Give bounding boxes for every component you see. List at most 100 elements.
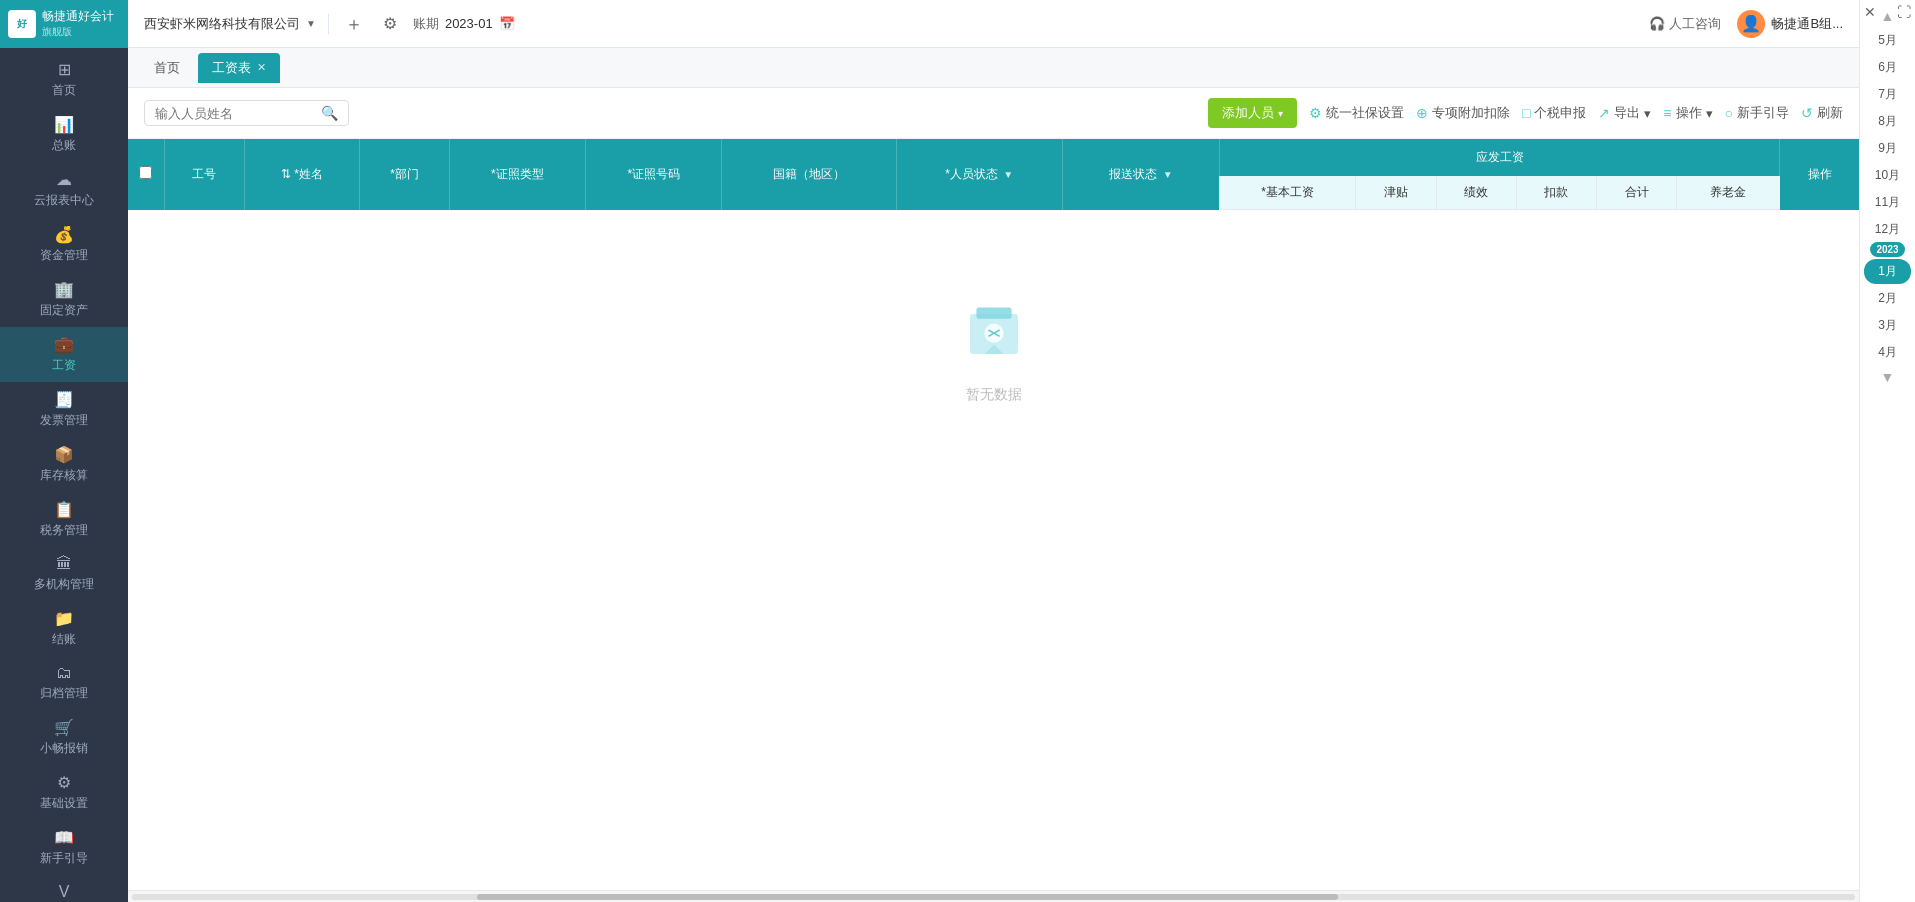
th-pension: 养老金 — [1677, 176, 1780, 210]
logo-icon: 好 — [8, 10, 36, 38]
month-item-1月[interactable]: 1月 — [1864, 259, 1911, 284]
guide-button[interactable]: ○ 新手引导 — [1725, 104, 1789, 122]
social-security-button[interactable]: ⚙ 统一社保设置 — [1309, 104, 1404, 122]
social-security-label: 统一社保设置 — [1326, 104, 1404, 122]
tab-close-icon[interactable]: ✕ — [257, 61, 266, 74]
sidebar-item-总账[interactable]: 📊总账 — [0, 107, 128, 162]
nav-icon-10: 📁 — [54, 609, 74, 628]
th-total: 合计 — [1597, 176, 1677, 210]
tab-salary-label: 工资表 — [212, 59, 251, 77]
month-item-4月[interactable]: 4月 — [1864, 340, 1911, 365]
month-item-9月[interactable]: 9月 — [1864, 136, 1911, 161]
sidebar-item-畅会员[interactable]: V畅会员 — [0, 875, 128, 902]
app-version: 旗舰版 — [42, 25, 114, 39]
th-report-status: 报送状态 ▼ — [1062, 139, 1219, 210]
th-id-type: *证照类型 — [449, 139, 585, 210]
sidebar-item-工资[interactable]: 💼工资 — [0, 327, 128, 382]
sidebar-item-库存核算[interactable]: 📦库存核算 — [0, 437, 128, 492]
export-arrow-icon: ▾ — [1644, 106, 1651, 121]
nav-icon-12: 🛒 — [54, 718, 74, 737]
search-wrap[interactable]: 🔍 — [144, 100, 349, 126]
sidebar-nav: ⊞首页📊总账☁云报表中心💰资金管理🏢固定资产💼工资🧾发票管理📦库存核算📋税务管理… — [0, 48, 128, 902]
month-item-7月[interactable]: 7月 — [1864, 82, 1911, 107]
calendar-icon[interactable]: 📅 — [499, 16, 515, 31]
dropdown-arrow-icon: ▾ — [1278, 108, 1283, 119]
nav-label-14: 新手引导 — [40, 850, 88, 867]
th-name: ⇅ *姓名 — [244, 139, 360, 210]
company-selector[interactable]: 西安虾米网络科技有限公司 ▼ — [144, 15, 316, 33]
curr-months-list: 1月2月3月4月 — [1860, 259, 1915, 365]
divider — [328, 14, 329, 34]
scroll-down-button[interactable]: ▼ — [1877, 365, 1899, 389]
search-input[interactable] — [155, 106, 315, 121]
month-item-12月[interactable]: 12月 — [1864, 217, 1911, 242]
sidebar-item-多机构管理[interactable]: 🏛多机构管理 — [0, 547, 128, 601]
support-button[interactable]: 🎧 人工咨询 — [1649, 15, 1721, 33]
settings-icon[interactable]: ⚙ — [379, 10, 401, 37]
support-label: 人工咨询 — [1669, 15, 1721, 33]
select-all-checkbox[interactable] — [139, 166, 152, 179]
period-label: 账期 — [413, 15, 439, 33]
operation-button[interactable]: ≡ 操作 ▾ — [1663, 104, 1712, 122]
add-button[interactable]: ＋ — [341, 8, 367, 40]
nav-icon-7: 📦 — [54, 445, 74, 464]
topbar: 西安虾米网络科技有限公司 ▼ ＋ ⚙ 账期 2023-01 📅 🎧 人工咨询 👤… — [128, 0, 1859, 48]
toolbar: 🔍 添加人员 ▾ ⚙ 统一社保设置 ⊕ 专项附加扣除 □ 个税申报 — [128, 88, 1859, 139]
th-id-no: *证照号码 — [586, 139, 722, 210]
month-item-5月[interactable]: 5月 — [1864, 28, 1911, 53]
avatar: 👤 — [1737, 10, 1765, 38]
tab-home-label: 首页 — [154, 59, 180, 77]
social-security-icon: ⚙ — [1309, 105, 1322, 121]
month-item-8月[interactable]: 8月 — [1864, 109, 1911, 134]
tax-report-button[interactable]: □ 个税申报 — [1522, 104, 1586, 122]
panel-close-button[interactable]: ✕ — [1864, 4, 1876, 20]
sidebar-item-归档管理[interactable]: 🗂归档管理 — [0, 656, 128, 710]
scrollbar-track[interactable] — [132, 894, 1855, 900]
report-filter-icon[interactable]: ▼ — [1163, 169, 1173, 180]
sidebar-item-首页[interactable]: ⊞首页 — [0, 52, 128, 107]
refresh-icon: ↺ — [1801, 105, 1813, 121]
status-filter-icon[interactable]: ▼ — [1003, 169, 1013, 180]
operation-label: 操作 — [1676, 104, 1702, 122]
scroll-up-button[interactable]: ▲ — [1877, 4, 1899, 28]
prev-months-list: 5月6月7月8月9月10月11月12月 — [1860, 28, 1915, 242]
add-person-button[interactable]: 添加人员 ▾ — [1208, 98, 1297, 128]
nav-label-1: 总账 — [52, 137, 76, 154]
export-button[interactable]: ↗ 导出 ▾ — [1598, 104, 1651, 122]
tab-salary[interactable]: 工资表 ✕ — [198, 53, 280, 83]
app-logo: 好 畅捷通好会计 旗舰版 — [0, 0, 128, 48]
month-item-11月[interactable]: 11月 — [1864, 190, 1911, 215]
sidebar-item-固定资产[interactable]: 🏢固定资产 — [0, 272, 128, 327]
refresh-button[interactable]: ↺ 刷新 — [1801, 104, 1843, 122]
th-checkbox[interactable] — [128, 139, 164, 210]
sidebar-item-发票管理[interactable]: 🧾发票管理 — [0, 382, 128, 437]
sidebar-item-结账[interactable]: 📁结账 — [0, 601, 128, 656]
tab-home[interactable]: 首页 — [140, 53, 194, 83]
export-icon: ↗ — [1598, 105, 1610, 121]
month-item-10月[interactable]: 10月 — [1864, 163, 1911, 188]
month-item-3月[interactable]: 3月 — [1864, 313, 1911, 338]
panel-expand-button[interactable]: ⛶ — [1897, 4, 1911, 20]
month-item-2月[interactable]: 2月 — [1864, 286, 1911, 311]
scrollbar-thumb[interactable] — [477, 894, 1339, 900]
user-area[interactable]: 👤 畅捷通B组... — [1737, 10, 1843, 38]
nav-label-8: 税务管理 — [40, 522, 88, 539]
calendar-panel: ✕ ⛶ ▲ 5月6月7月8月9月10月11月12月 2023 1月2月3月4月 … — [1859, 0, 1915, 902]
sidebar-item-小畅报销[interactable]: 🛒小畅报销 — [0, 710, 128, 765]
sidebar-item-税务管理[interactable]: 📋税务管理 — [0, 492, 128, 547]
th-status: *人员状态 ▼ — [896, 139, 1062, 210]
content-area: 🔍 添加人员 ▾ ⚙ 统一社保设置 ⊕ 专项附加扣除 □ 个税申报 — [128, 88, 1859, 902]
empty-icon — [954, 290, 1034, 370]
scrollbar-area[interactable] — [128, 890, 1859, 902]
sidebar-item-资金管理[interactable]: 💰资金管理 — [0, 217, 128, 272]
special-deduction-button[interactable]: ⊕ 专项附加扣除 — [1416, 104, 1510, 122]
sidebar-item-云报表中心[interactable]: ☁云报表中心 — [0, 162, 128, 217]
sidebar-item-新手引导[interactable]: 📖新手引导 — [0, 820, 128, 875]
nav-icon-2: ☁ — [56, 170, 72, 189]
tax-icon: □ — [1522, 105, 1530, 121]
th-deduction: 扣款 — [1516, 176, 1596, 210]
guide-icon: ○ — [1725, 105, 1733, 121]
month-item-6月[interactable]: 6月 — [1864, 55, 1911, 80]
sidebar-item-基础设置[interactable]: ⚙基础设置 — [0, 765, 128, 820]
period-area: 账期 2023-01 📅 — [413, 15, 515, 33]
